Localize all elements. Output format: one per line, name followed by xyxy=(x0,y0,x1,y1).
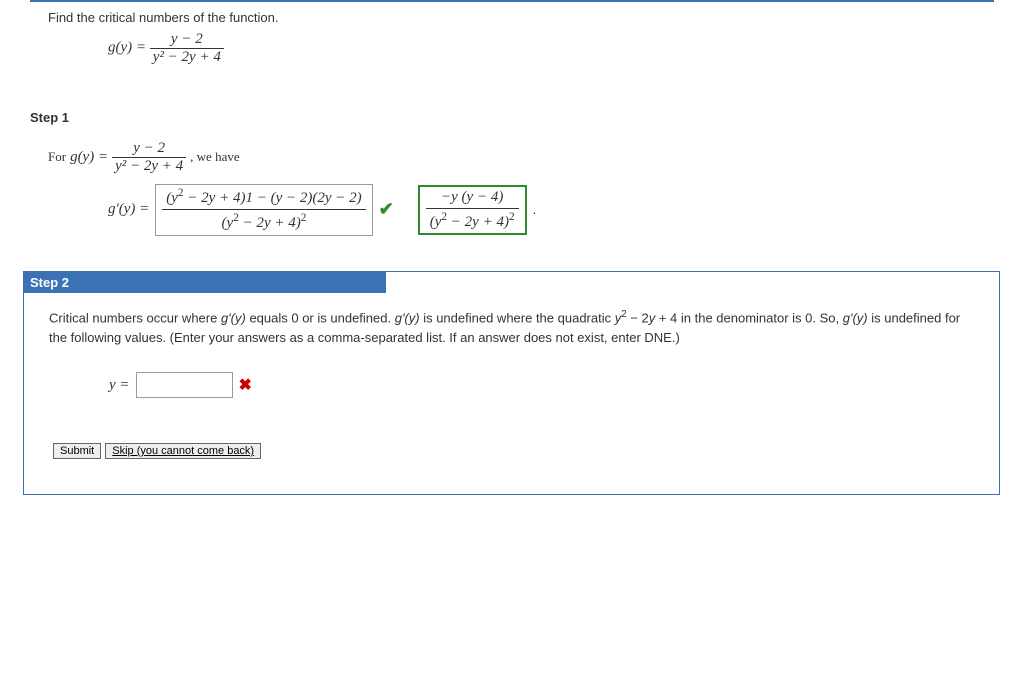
step1-gy: g(y) = xyxy=(70,149,108,166)
submit-button[interactable]: Submit xyxy=(53,443,101,459)
step1-for: For xyxy=(48,149,66,165)
step1-restate: For g(y) = y − 2 y² − 2y + 4 , we have xyxy=(48,140,994,174)
deriv-lhs: g'(y) = xyxy=(108,201,149,218)
check-icon: ✔ xyxy=(379,199,394,220)
answer-label: y = xyxy=(109,377,130,394)
step1-frac-num: y − 2 xyxy=(112,140,186,158)
period: . xyxy=(533,202,537,217)
func-denominator: y² − 2y + 4 xyxy=(150,49,224,66)
student-answer-box[interactable]: (y2 − 2y + 4)1 − (y − 2)(2y − 2) (y2 − 2… xyxy=(155,184,372,236)
step2-instructions: Critical numbers occur where g'(y) equal… xyxy=(49,307,981,349)
step1-wehave: , we have xyxy=(190,149,239,165)
skip-button[interactable]: Skip (you cannot come back) xyxy=(105,443,261,459)
func-numerator: y − 2 xyxy=(150,31,224,49)
question-prompt: Find the critical numbers of the functio… xyxy=(48,10,994,25)
step1-heading: Step 1 xyxy=(30,110,994,125)
step2-panel: Step 2 Critical numbers occur where g'(y… xyxy=(23,271,1000,496)
step2-heading: Step 2 xyxy=(24,272,386,293)
wrong-icon: ✖ xyxy=(239,375,252,395)
derivative-row: g'(y) = (y2 − 2y + 4)1 − (y − 2)(2y − 2)… xyxy=(108,184,994,236)
step1-frac-den: y² − 2y + 4 xyxy=(112,158,186,175)
answer-input[interactable] xyxy=(136,372,233,398)
func-lhs: g(y) = xyxy=(108,39,150,55)
correct-answer-box: −y (y − 4) (y2 − 2y + 4)2 xyxy=(418,185,527,236)
function-definition: g(y) = y − 2 y² − 2y + 4 xyxy=(108,31,994,65)
